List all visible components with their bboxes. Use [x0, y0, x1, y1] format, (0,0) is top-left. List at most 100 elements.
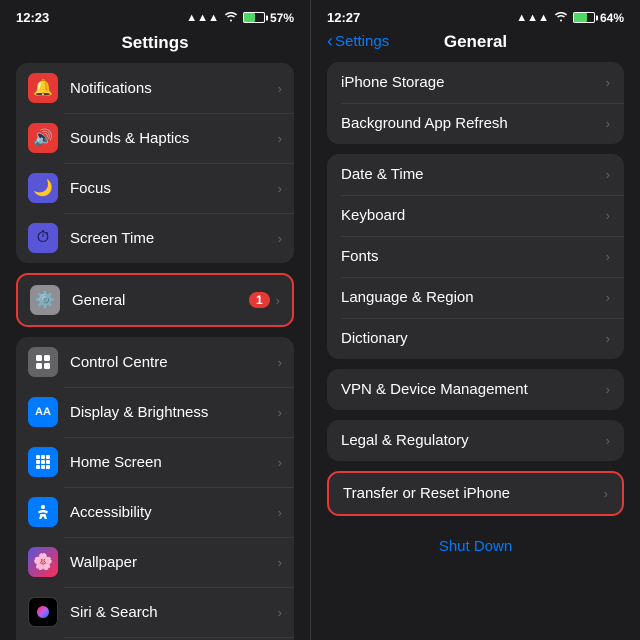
sidebar-item-siri[interactable]: Siri & Search ›: [16, 587, 294, 637]
sidebar-item-sounds[interactable]: 🔊 Sounds & Haptics ›: [16, 113, 294, 163]
date-time-label: Date & Time: [341, 166, 606, 183]
back-label: Settings: [335, 33, 389, 50]
general-item-fonts[interactable]: Fonts ›: [327, 236, 624, 277]
focus-chevron: ›: [278, 181, 282, 196]
general-group-5: Transfer or Reset iPhone ›: [327, 471, 624, 516]
sidebar-item-screen-time[interactable]: ⏱ Screen Time ›: [16, 213, 294, 263]
battery-icon: [243, 12, 265, 23]
general-group-3: VPN & Device Management ›: [327, 369, 624, 410]
right-signal-icon: ▲▲▲: [516, 12, 549, 24]
wifi-icon: [224, 11, 238, 25]
general-item-transfer[interactable]: Transfer or Reset iPhone ›: [329, 473, 622, 514]
home-screen-chevron: ›: [278, 455, 282, 470]
shutdown-button[interactable]: Shut Down: [327, 526, 624, 563]
siri-chevron: ›: [278, 605, 282, 620]
display-icon: AA: [28, 397, 58, 427]
bg-refresh-chevron: ›: [606, 116, 610, 131]
vpn-chevron: ›: [606, 382, 610, 397]
general-item-date-time[interactable]: Date & Time ›: [327, 154, 624, 195]
iphone-storage-label: iPhone Storage: [341, 74, 606, 91]
screen-time-chevron: ›: [278, 231, 282, 246]
control-centre-label: Control Centre: [70, 354, 278, 371]
sidebar-item-control-centre[interactable]: Control Centre ›: [16, 337, 294, 387]
settings-group-general: ⚙️ General 1 ›: [16, 273, 294, 327]
accessibility-label: Accessibility: [70, 504, 278, 521]
right-battery-pct: 64%: [600, 11, 624, 25]
date-time-chevron: ›: [606, 167, 610, 182]
sidebar-item-accessibility[interactable]: Accessibility ›: [16, 487, 294, 537]
general-item-vpn[interactable]: VPN & Device Management ›: [327, 369, 624, 410]
focus-label: Focus: [70, 180, 278, 197]
general-item-keyboard[interactable]: Keyboard ›: [327, 195, 624, 236]
sidebar-item-wallpaper[interactable]: 🌸 Wallpaper ›: [16, 537, 294, 587]
settings-group-3: Control Centre › AA Display & Brightness…: [16, 337, 294, 640]
notifications-label: Notifications: [70, 80, 278, 97]
general-group-4: Legal & Regulatory ›: [327, 420, 624, 461]
wallpaper-label: Wallpaper: [70, 554, 278, 571]
general-group-1: iPhone Storage › Background App Refresh …: [327, 62, 624, 144]
right-time: 12:27: [327, 10, 360, 25]
right-nav: ‹ Settings General: [311, 29, 640, 62]
accessibility-chevron: ›: [278, 505, 282, 520]
siri-label: Siri & Search: [70, 604, 278, 621]
sidebar-item-general[interactable]: ⚙️ General 1 ›: [18, 275, 292, 325]
language-label: Language & Region: [341, 289, 606, 306]
general-settings-list: iPhone Storage › Background App Refresh …: [311, 62, 640, 640]
sidebar-item-home-screen[interactable]: Home Screen ›: [16, 437, 294, 487]
right-panel: 12:27 ▲▲▲ 64% ‹ Settings General iPhone …: [311, 0, 640, 640]
vpn-label: VPN & Device Management: [341, 381, 606, 398]
legal-chevron: ›: [606, 433, 610, 448]
battery-pct: 57%: [270, 11, 294, 25]
siri-icon: [28, 597, 58, 627]
general-icon: ⚙️: [30, 285, 60, 315]
transfer-label: Transfer or Reset iPhone: [343, 485, 604, 502]
left-panel: 12:23 ▲▲▲ 57% Settings 🔔 Notifications ›: [0, 0, 310, 640]
left-status-bar: 12:23 ▲▲▲ 57%: [0, 0, 310, 29]
dictionary-chevron: ›: [606, 331, 610, 346]
general-chevron: ›: [276, 293, 280, 308]
signal-icon: ▲▲▲: [186, 12, 219, 24]
general-item-legal[interactable]: Legal & Regulatory ›: [327, 420, 624, 461]
accessibility-icon: [28, 497, 58, 527]
settings-group-1: 🔔 Notifications › 🔊 Sounds & Haptics › 🌙…: [16, 63, 294, 263]
wallpaper-chevron: ›: [278, 555, 282, 570]
keyboard-chevron: ›: [606, 208, 610, 223]
sounds-icon: 🔊: [28, 123, 58, 153]
right-battery-icon: [573, 12, 595, 23]
iphone-storage-chevron: ›: [606, 75, 610, 90]
back-chevron-icon: ‹: [327, 31, 333, 52]
transfer-chevron: ›: [604, 486, 608, 501]
sidebar-item-notifications[interactable]: 🔔 Notifications ›: [16, 63, 294, 113]
left-time: 12:23: [16, 10, 49, 25]
control-centre-icon: [28, 347, 58, 377]
home-screen-icon: [28, 447, 58, 477]
dictionary-label: Dictionary: [341, 330, 606, 347]
keyboard-label: Keyboard: [341, 207, 606, 224]
screen-time-icon: ⏱: [28, 223, 58, 253]
back-button[interactable]: ‹ Settings: [327, 31, 389, 52]
legal-label: Legal & Regulatory: [341, 432, 606, 449]
bg-refresh-label: Background App Refresh: [341, 115, 606, 132]
focus-icon: 🌙: [28, 173, 58, 203]
general-item-language[interactable]: Language & Region ›: [327, 277, 624, 318]
language-chevron: ›: [606, 290, 610, 305]
left-status-icons: ▲▲▲ 57%: [186, 11, 294, 25]
control-centre-chevron: ›: [278, 355, 282, 370]
screen-time-label: Screen Time: [70, 230, 278, 247]
notifications-chevron: ›: [278, 81, 282, 96]
sidebar-item-display[interactable]: AA Display & Brightness ›: [16, 387, 294, 437]
right-status-bar: 12:27 ▲▲▲ 64%: [311, 0, 640, 29]
general-item-bg-refresh[interactable]: Background App Refresh ›: [327, 103, 624, 144]
wallpaper-icon: 🌸: [28, 547, 58, 577]
general-item-dictionary[interactable]: Dictionary ›: [327, 318, 624, 359]
general-label: General: [72, 292, 249, 309]
fonts-label: Fonts: [341, 248, 606, 265]
shutdown-label: Shut Down: [439, 538, 512, 555]
sidebar-item-focus[interactable]: 🌙 Focus ›: [16, 163, 294, 213]
general-badge: 1: [249, 292, 270, 308]
general-group-2: Date & Time › Keyboard › Fonts › Languag…: [327, 154, 624, 359]
fonts-chevron: ›: [606, 249, 610, 264]
general-item-iphone-storage[interactable]: iPhone Storage ›: [327, 62, 624, 103]
home-screen-label: Home Screen: [70, 454, 278, 471]
sounds-label: Sounds & Haptics: [70, 130, 278, 147]
